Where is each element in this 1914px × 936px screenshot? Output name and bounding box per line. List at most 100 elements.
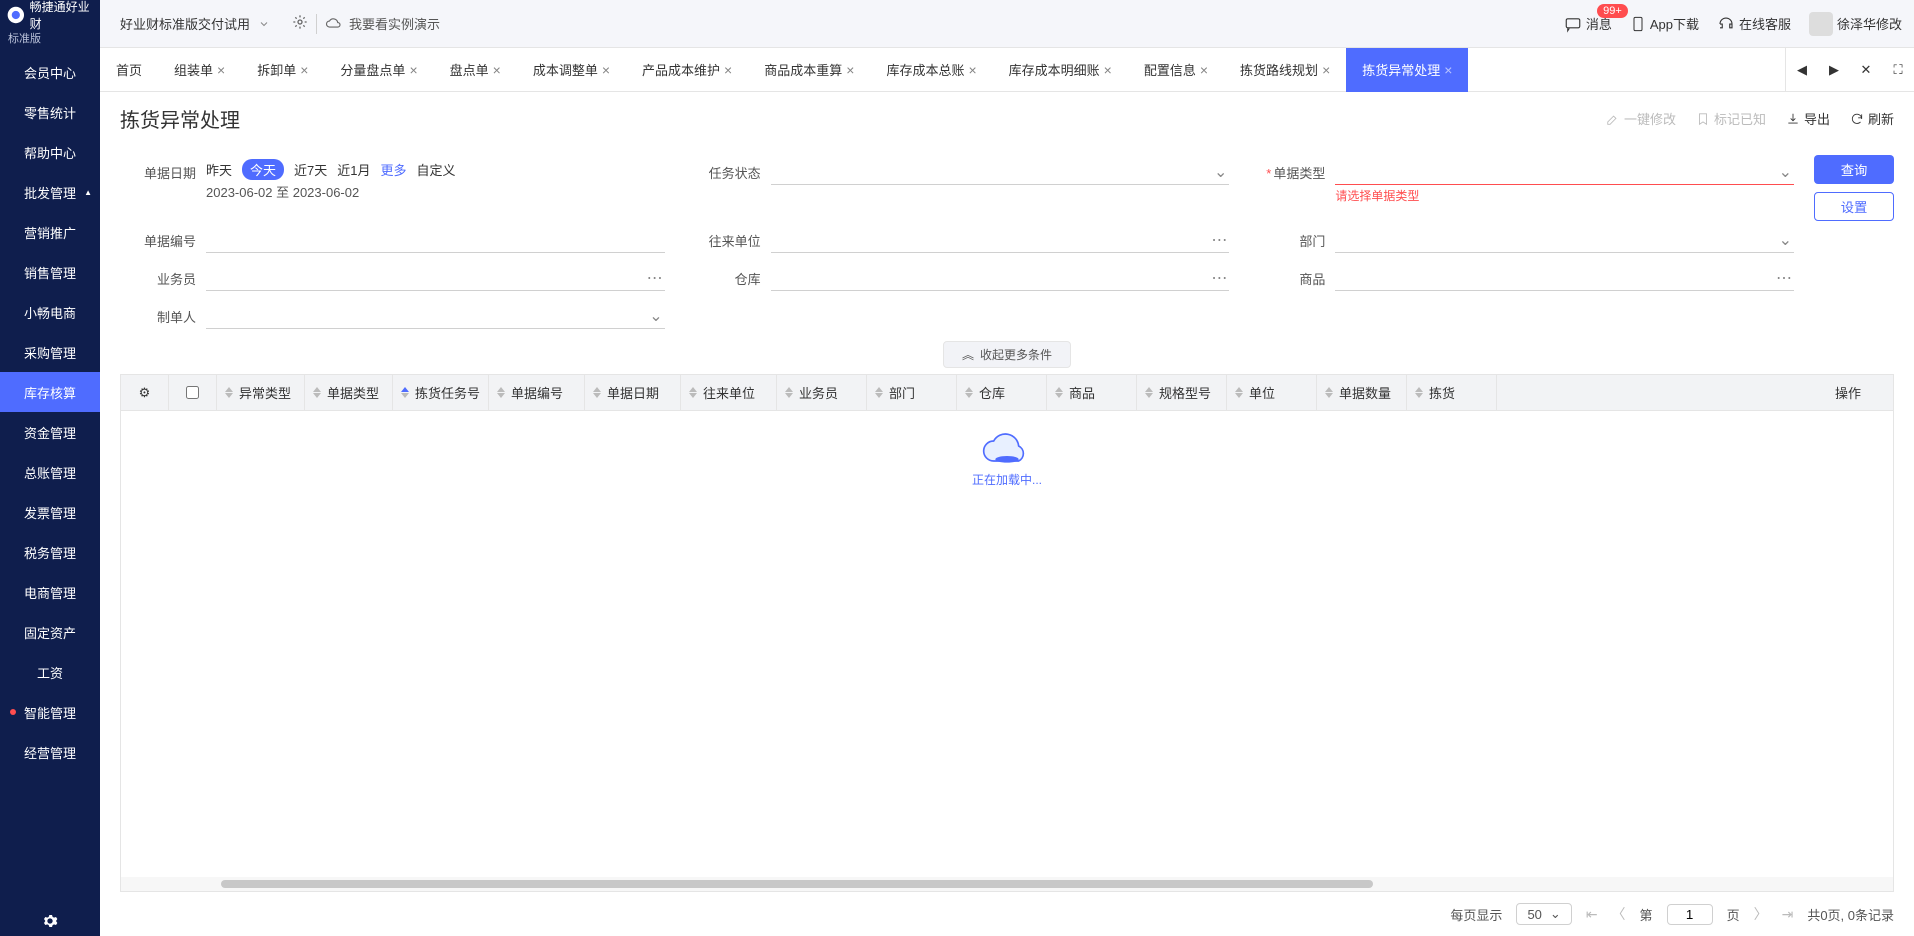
close-icon[interactable]: × — [968, 62, 976, 78]
sales-input[interactable]: ⋯ — [206, 265, 665, 291]
table-col[interactable]: 单据数量 — [1317, 375, 1407, 410]
collapse-filters-button[interactable]: ︽ 收起更多条件 — [943, 341, 1071, 368]
tab[interactable]: 配置信息× — [1128, 48, 1224, 92]
sidebar-item[interactable]: 批发管理 — [0, 172, 100, 212]
dept-select[interactable]: ⌄ — [1335, 227, 1794, 253]
doc-type-select[interactable]: ⌄ — [1335, 159, 1794, 185]
close-icon[interactable]: × — [217, 62, 225, 78]
sidebar-item[interactable]: 帮助中心 — [0, 132, 100, 172]
query-button[interactable]: 查询 — [1814, 155, 1894, 184]
task-status-select[interactable]: ⌄ — [771, 159, 1230, 185]
tab[interactable]: 产品成本维护× — [626, 48, 748, 92]
tabs-prev[interactable]: ◀ — [1786, 48, 1818, 92]
support-button[interactable]: 在线客服 — [1717, 14, 1791, 33]
preset-7d[interactable]: 近7天 — [294, 160, 327, 179]
tab[interactable]: 库存成本明细账× — [993, 48, 1128, 92]
table-col-operate[interactable]: 操作 — [1803, 375, 1893, 410]
sidebar-item[interactable]: 库存核算 — [0, 372, 100, 412]
tab[interactable]: 成本调整单× — [517, 48, 626, 92]
page-first[interactable]: ⇤ — [1586, 906, 1598, 923]
close-icon[interactable]: × — [846, 62, 854, 78]
tabs-next[interactable]: ▶ — [1818, 48, 1850, 92]
table-settings[interactable]: ⚙ — [121, 375, 169, 410]
page-prev[interactable]: 〈 — [1612, 904, 1626, 924]
table-col[interactable]: 业务员 — [777, 375, 867, 410]
sidebar-item[interactable]: 采购管理 — [0, 332, 100, 372]
sidebar-item[interactable]: 固定资产 — [0, 612, 100, 652]
tab[interactable]: 分量盘点单× — [324, 48, 433, 92]
demo-button[interactable]: 我要看实例演示 — [325, 14, 440, 33]
page-input[interactable] — [1667, 904, 1713, 925]
tab[interactable]: 商品成本重算× — [748, 48, 870, 92]
table-col[interactable]: 单据编号 — [489, 375, 585, 410]
doc-no-input[interactable] — [206, 227, 665, 253]
tabs-close-all[interactable]: ✕ — [1850, 48, 1882, 92]
close-icon[interactable]: × — [409, 62, 417, 78]
sidebar-item[interactable]: 电商管理 — [0, 572, 100, 612]
sidebar-item[interactable]: 资金管理 — [0, 412, 100, 452]
table-col[interactable]: 拣货任务号 — [393, 375, 489, 410]
sidebar-item[interactable]: 经营管理 — [0, 732, 100, 772]
sidebar-item[interactable]: 工资 — [0, 652, 100, 692]
sidebar-settings[interactable] — [0, 906, 100, 936]
product-input[interactable]: ⋯ — [1335, 265, 1794, 291]
tab[interactable]: 拆卸单× — [241, 48, 324, 92]
export-button[interactable]: 导出 — [1786, 109, 1830, 128]
table-col[interactable]: 商品 — [1047, 375, 1137, 410]
page-next[interactable]: 〉 — [1754, 904, 1768, 924]
tab[interactable]: 盘点单× — [434, 48, 517, 92]
table-col[interactable]: 异常类型 — [217, 375, 305, 410]
sidebar-item[interactable]: 小畅电商 — [0, 292, 100, 332]
table-col[interactable]: 规格型号 — [1137, 375, 1227, 410]
close-icon[interactable]: × — [724, 62, 732, 78]
table-col[interactable]: 往来单位 — [681, 375, 777, 410]
tab[interactable]: 库存成本总账× — [870, 48, 992, 92]
table-col[interactable]: 单据类型 — [305, 375, 393, 410]
warehouse-input[interactable]: ⋯ — [771, 265, 1230, 291]
sidebar-item[interactable]: 智能管理 — [0, 692, 100, 732]
table-col[interactable]: 拣货 — [1407, 375, 1497, 410]
app-download-button[interactable]: App下载 — [1630, 14, 1699, 33]
sidebar-item[interactable]: 销售管理 — [0, 252, 100, 292]
preset-yesterday[interactable]: 昨天 — [206, 160, 232, 179]
product-selector[interactable]: 好业财标准版交付试用 — [112, 10, 278, 37]
table-col[interactable]: 单位 — [1227, 375, 1317, 410]
page-last[interactable]: ⇥ — [1782, 906, 1794, 923]
preset-custom[interactable]: 自定义 — [417, 160, 456, 179]
horizontal-scrollbar[interactable] — [121, 877, 1893, 891]
messages-button[interactable]: 消息 99+ — [1564, 14, 1612, 33]
sidebar-item[interactable]: 税务管理 — [0, 532, 100, 572]
select-all-checkbox[interactable] — [186, 386, 199, 399]
tab[interactable]: 拣货异常处理× — [1346, 48, 1468, 92]
close-icon[interactable]: × — [300, 62, 308, 78]
page-size-select[interactable]: 50⌄ — [1516, 903, 1571, 925]
close-icon[interactable]: × — [602, 62, 610, 78]
close-icon[interactable]: × — [1444, 62, 1452, 78]
sidebar-item[interactable]: 会员中心 — [0, 52, 100, 92]
close-icon[interactable]: × — [1322, 62, 1330, 78]
preset-more[interactable]: 更多 — [381, 160, 407, 179]
sidebar-item[interactable]: 营销推广 — [0, 212, 100, 252]
partner-input[interactable]: ⋯ — [771, 227, 1230, 253]
refresh-button[interactable]: 刷新 — [1850, 109, 1894, 128]
table-col[interactable]: 仓库 — [957, 375, 1047, 410]
close-icon[interactable]: × — [1200, 62, 1208, 78]
maker-select[interactable]: ⌄ — [206, 303, 665, 329]
tab[interactable]: 组装单× — [158, 48, 241, 92]
table-col[interactable]: 部门 — [867, 375, 957, 410]
tab[interactable]: 拣货路线规划× — [1224, 48, 1346, 92]
settings-button[interactable]: 设置 — [1814, 192, 1894, 221]
tab-home[interactable]: 首页 — [100, 48, 158, 92]
tabs-fullscreen[interactable]: ⛶ — [1882, 48, 1914, 92]
topbar-gear[interactable] — [292, 14, 308, 33]
preset-today[interactable]: 今天 — [242, 159, 284, 180]
user-menu[interactable]: 徐泽华修改 — [1809, 12, 1902, 36]
sidebar-item[interactable]: 总账管理 — [0, 452, 100, 492]
preset-1m[interactable]: 近1月 — [337, 160, 370, 179]
sidebar-item[interactable]: 发票管理 — [0, 492, 100, 532]
close-icon[interactable]: × — [1104, 62, 1112, 78]
sidebar-item[interactable]: 零售统计 — [0, 92, 100, 132]
table-select-all[interactable] — [169, 375, 217, 410]
table-col[interactable]: 单据日期 — [585, 375, 681, 410]
close-icon[interactable]: × — [493, 62, 501, 78]
